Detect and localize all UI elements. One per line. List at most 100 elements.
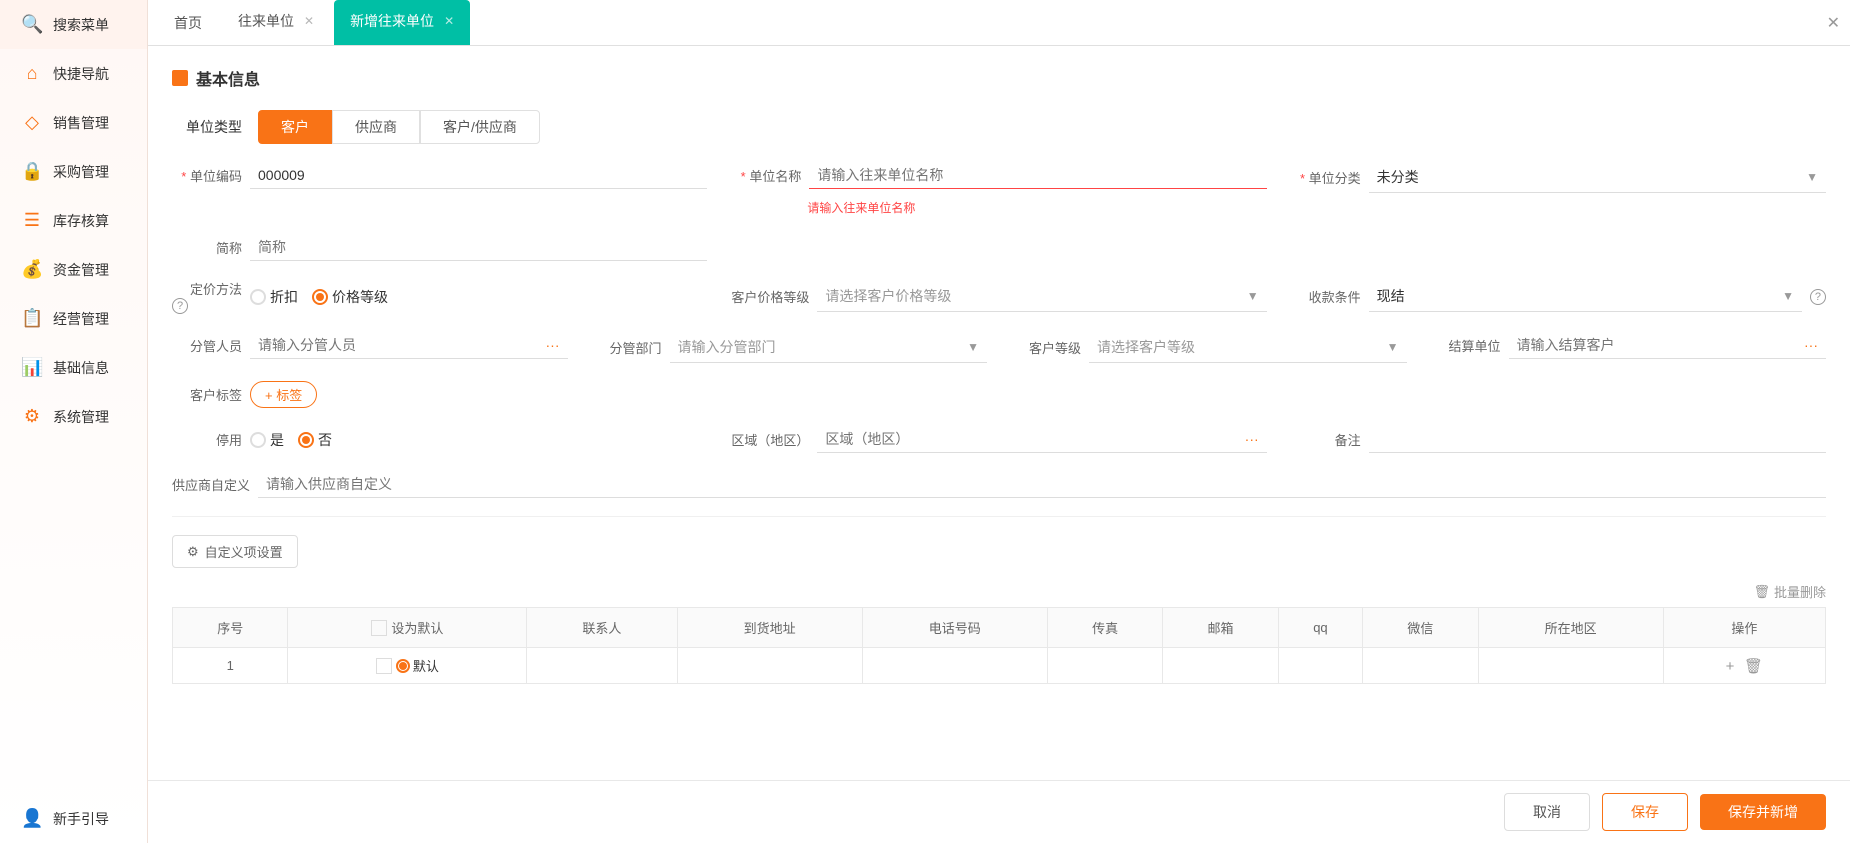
custom-settings-button[interactable]: ⚙ 自定义项设置 xyxy=(172,535,298,568)
form-row-4: 分管人员 ··· 分管部门 请输入分管部门 ▼ 客户等级 请选择客户等级 ▼ xyxy=(172,332,1826,363)
disabled-yes[interactable]: 是 xyxy=(250,430,284,450)
sidebar-item-sales[interactable]: ◇ 销售管理 xyxy=(0,98,147,147)
tab-new-partner-close[interactable]: ✕ xyxy=(444,14,454,28)
name-label: * 单位名称 xyxy=(731,166,801,185)
col-wechat: 微信 xyxy=(1363,608,1478,648)
name-input[interactable] xyxy=(809,162,1266,189)
disabled-no-radio[interactable] xyxy=(298,432,314,448)
save-and-new-button[interactable]: 保存并新增 xyxy=(1700,794,1826,830)
tab-home[interactable]: 首页 xyxy=(158,5,218,41)
col-address: 到货地址 xyxy=(677,608,862,648)
settlement-more-btn[interactable]: ··· xyxy=(1804,337,1818,353)
inventory-icon: ☰ xyxy=(21,210,43,231)
settlement-input-wrapper: ··· xyxy=(1509,332,1827,359)
discount-radio[interactable] xyxy=(250,289,266,305)
disabled-yes-radio[interactable] xyxy=(250,432,266,448)
sidebar-item-quicknav[interactable]: ⌂ 快捷导航 xyxy=(0,49,147,98)
dept-select[interactable]: 请输入分管部门 ▼ xyxy=(670,332,988,363)
sidebar-item-system[interactable]: ⚙ 系统管理 xyxy=(0,392,147,441)
customer-price-label: 客户价格等级 xyxy=(731,287,809,306)
code-field: * 单位编码 xyxy=(172,162,707,189)
chevron-down-icon: ▼ xyxy=(967,340,979,354)
delete-row-button[interactable]: 🗑 xyxy=(1744,658,1763,675)
add-tag-button[interactable]: + 标签 xyxy=(250,381,317,408)
dept-field: 分管部门 请输入分管部门 ▼ xyxy=(592,332,988,363)
batch-actions: 🗑 批量删除 xyxy=(172,582,1826,601)
unit-btn-supplier[interactable]: 供应商 xyxy=(332,110,420,144)
home-icon: ⌂ xyxy=(21,63,43,84)
name-error-msg: 请输入往来单位名称 xyxy=(807,199,915,216)
settlement-field: 结算单位 ··· xyxy=(1431,332,1827,359)
sidebar-item-finance[interactable]: 💰 资金管理 xyxy=(0,245,147,294)
chevron-down-icon: ▼ xyxy=(1806,170,1818,184)
sidebar-item-basic[interactable]: 📊 基础信息 xyxy=(0,343,147,392)
code-input[interactable] xyxy=(250,162,707,189)
cancel-button[interactable]: 取消 xyxy=(1504,793,1590,831)
customer-level-select[interactable]: 请选择客户等级 ▼ xyxy=(1089,332,1407,363)
search-icon: 🔍 xyxy=(21,14,43,35)
add-row-button[interactable]: + xyxy=(1726,658,1735,675)
tab-partners-label: 往来单位 xyxy=(238,11,294,31)
disabled-label: 停用 xyxy=(172,430,242,449)
manager-more-btn[interactable]: ··· xyxy=(546,337,560,353)
pricing-field: 定价方法 ? 折扣 价格等级 xyxy=(172,279,707,314)
row-default-radio[interactable] xyxy=(396,659,410,673)
region-input[interactable] xyxy=(825,431,1240,447)
sidebar-item-inventory[interactable]: ☰ 库存核算 xyxy=(0,196,147,245)
row-default: 默认 xyxy=(288,648,527,684)
supplier-custom-label: 供应商自定义 xyxy=(172,475,250,494)
col-action: 操作 xyxy=(1663,608,1825,648)
sidebar-item-purchase[interactable]: 🔒 采购管理 xyxy=(0,147,147,196)
unit-btn-both[interactable]: 客户/供应商 xyxy=(420,110,540,144)
pricing-price-level[interactable]: 价格等级 xyxy=(312,287,388,307)
batch-delete-button[interactable]: 🗑 批量删除 xyxy=(1753,582,1826,601)
customer-level-field: 客户等级 请选择客户等级 ▼ xyxy=(1011,332,1407,363)
row-checkbox[interactable] xyxy=(376,658,392,674)
customer-price-select[interactable]: 请选择客户价格等级 ▼ xyxy=(817,281,1266,312)
sidebar-item-label: 新手引导 xyxy=(53,809,109,829)
row-region xyxy=(1478,648,1663,684)
sidebar-item-label: 销售管理 xyxy=(53,113,109,133)
price-level-radio[interactable] xyxy=(312,289,328,305)
tab-new-partner[interactable]: 新增往来单位 ✕ xyxy=(334,0,470,45)
sidebar: 🔍 搜索菜单 ⌂ 快捷导航 ◇ 销售管理 🔒 采购管理 ☰ 库存核算 💰 资金管… xyxy=(0,0,148,843)
supplier-custom-input[interactable] xyxy=(258,471,1826,498)
region-more-btn[interactable]: ··· xyxy=(1245,431,1259,447)
form-row-2: 简称 xyxy=(172,234,1826,261)
pricing-discount[interactable]: 折扣 xyxy=(250,287,298,307)
section-header: 基本信息 xyxy=(172,66,1826,90)
code-label: * 单位编码 xyxy=(172,166,242,185)
sidebar-item-guide[interactable]: 👤 新手引导 xyxy=(0,794,147,843)
tab-new-partner-label: 新增往来单位 xyxy=(350,11,434,31)
customer-price-field: 客户价格等级 请选择客户价格等级 ▼ xyxy=(731,281,1266,312)
settlement-input[interactable] xyxy=(1517,337,1801,353)
finance-icon: 💰 xyxy=(21,259,43,280)
tab-partners[interactable]: 往来单位 ✕ xyxy=(222,0,330,45)
name-field: * 单位名称 请输入往来单位名称 xyxy=(731,162,1266,216)
category-select[interactable]: 未分类 ▼ xyxy=(1369,162,1826,193)
sidebar-item-operations[interactable]: 📋 经营管理 xyxy=(0,294,147,343)
payment-terms-help-icon[interactable]: ? xyxy=(1810,289,1826,305)
category-label: * 单位分类 xyxy=(1291,168,1361,187)
row-contact xyxy=(527,648,677,684)
pricing-help-icon[interactable]: ? xyxy=(172,298,188,314)
pricing-radio-group: 折扣 价格等级 xyxy=(250,287,388,307)
tab-partners-close[interactable]: ✕ xyxy=(304,14,314,28)
sidebar-item-search[interactable]: 🔍 搜索菜单 xyxy=(0,0,147,49)
sidebar-item-label: 快捷导航 xyxy=(53,64,109,84)
sidebar-item-label: 经营管理 xyxy=(53,309,109,329)
remark-label: 备注 xyxy=(1291,430,1361,449)
payment-terms-select[interactable]: 现结 ▼ xyxy=(1369,281,1802,312)
short-name-input[interactable] xyxy=(250,234,707,261)
disabled-no[interactable]: 否 xyxy=(298,430,332,450)
disabled-radio-group: 是 否 xyxy=(250,430,332,450)
save-button[interactable]: 保存 xyxy=(1602,793,1688,831)
manager-input[interactable] xyxy=(258,337,542,353)
remark-input[interactable] xyxy=(1369,426,1826,453)
unit-btn-customer[interactable]: 客户 xyxy=(258,110,332,144)
tab-close-all[interactable]: ✕ xyxy=(1827,13,1840,33)
select-all-checkbox[interactable] xyxy=(371,620,387,636)
sidebar-item-label: 搜索菜单 xyxy=(53,15,109,35)
form-row-6: 停用 是 否 区域（地区） ··· xyxy=(172,426,1826,453)
table-header-row: 序号 设为默认 联系人 到货地址 电话号码 传真 邮箱 qq 微信 所在地区 xyxy=(173,608,1826,648)
